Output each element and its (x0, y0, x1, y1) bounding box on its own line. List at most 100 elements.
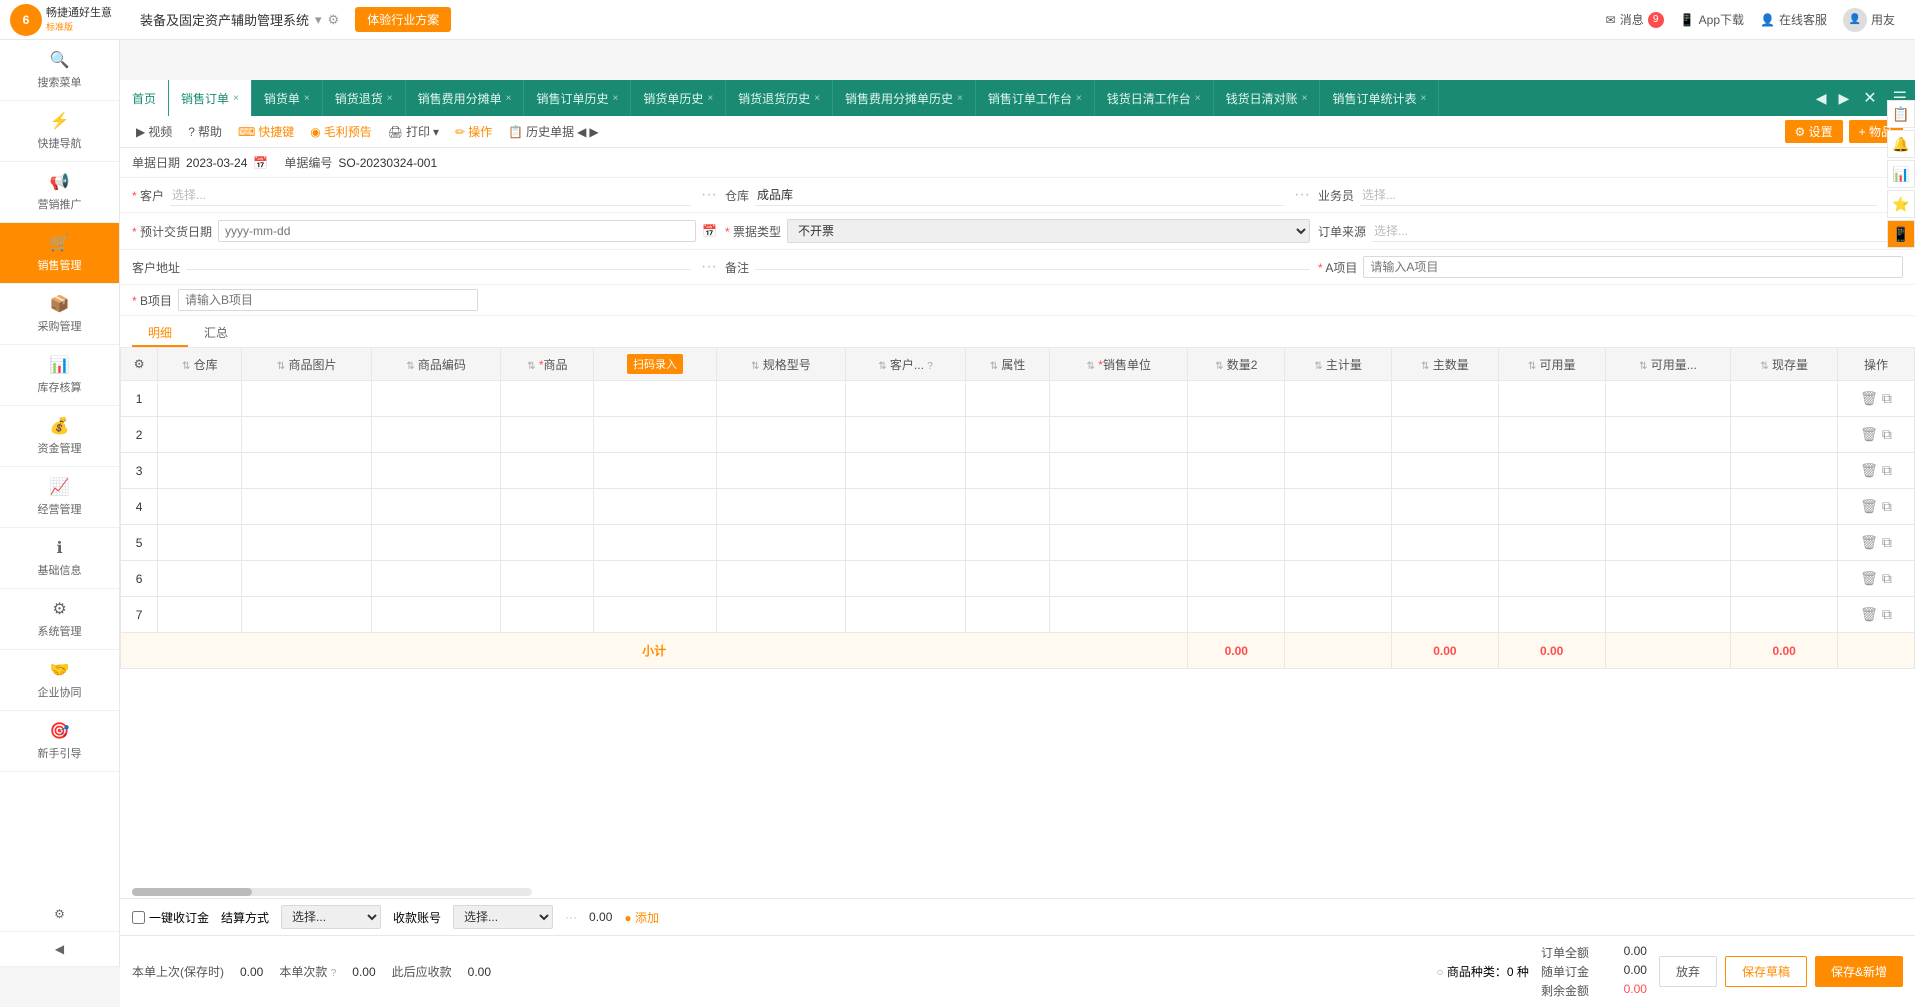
row-3-code[interactable] (371, 453, 500, 489)
row-5-goods[interactable] (501, 525, 594, 561)
user-btn[interactable]: 👤 用友 (1843, 8, 1895, 32)
nav-tab-workbench[interactable]: 销售订单工作台 × (976, 80, 1095, 116)
row-4-spec[interactable] (716, 489, 845, 525)
row-3-copy-btn[interactable]: ⧉ (1882, 462, 1892, 479)
scan-btn[interactable]: 扫码录入 (627, 354, 683, 374)
row-1-main-qty[interactable] (1391, 381, 1498, 417)
row-4-customer-code[interactable] (846, 489, 966, 525)
sales-close-icon[interactable]: × (304, 93, 310, 104)
row-6-code[interactable] (371, 561, 500, 597)
row-3-unit[interactable] (1050, 453, 1188, 489)
col-stock[interactable]: ⇅ 现存量 (1731, 348, 1838, 381)
workbench-close-icon[interactable]: × (1076, 93, 1082, 104)
row-4-code[interactable] (371, 489, 500, 525)
calendar-icon[interactable]: 📅 (253, 156, 268, 170)
row-3-goods[interactable] (501, 453, 594, 489)
save-draft-btn[interactable]: 保存草稿 (1725, 956, 1807, 987)
col-code[interactable]: ⇅ 商品编码 (371, 348, 500, 381)
row-7-qty2[interactable] (1188, 597, 1285, 633)
industry-btn[interactable]: 体验行业方案 (355, 7, 451, 32)
row-2-delete-btn[interactable]: 🗑 (1860, 426, 1878, 443)
payment-method-select[interactable]: 选择... (281, 905, 381, 929)
col-available[interactable]: ⇅ 可用量 (1498, 348, 1605, 381)
nav-tab-cash-workbench[interactable]: 钱货日清工作台 × (1095, 80, 1214, 116)
address-more-icon[interactable]: ··· (701, 258, 717, 276)
view-btn[interactable]: ▶ 视频 (132, 121, 176, 142)
expense-close-icon[interactable]: × (506, 93, 512, 104)
cash-workbench-close-icon[interactable]: × (1195, 93, 1201, 104)
operation-btn[interactable]: ✏ 操作 (451, 121, 496, 142)
row-7-copy-btn[interactable]: ⧉ (1882, 606, 1892, 623)
sidebar-item-guide[interactable]: 🎯 新手引导 (0, 711, 119, 772)
sidebar-settings-btn[interactable]: ⚙ (0, 897, 119, 932)
history-btn[interactable]: 📋 历史单据 ◀ ▶ (504, 121, 602, 142)
row-6-warehouse[interactable] (158, 561, 242, 597)
row-2-attr[interactable] (965, 417, 1049, 453)
nav-tab-sales-order[interactable]: 销售订单 × (169, 80, 252, 116)
row-1-warehouse[interactable] (158, 381, 242, 417)
row-1-spec[interactable] (716, 381, 845, 417)
nav-tab-return-history[interactable]: 销货退货历史 × (726, 80, 833, 116)
col-available2[interactable]: ⇅ 可用量... (1605, 348, 1731, 381)
sidebar-item-search[interactable]: 🔍 搜索菜单 (0, 40, 119, 101)
nav-prev-btn[interactable]: ◀ (1810, 88, 1833, 108)
one-click-order-checkbox[interactable] (132, 911, 145, 924)
nav-tab-home[interactable]: 首页 (120, 80, 169, 116)
col-unit[interactable]: ⇅ *销售单位 (1050, 348, 1188, 381)
row-2-goods[interactable] (501, 417, 594, 453)
nav-tab-sales[interactable]: 销货单 × (252, 80, 323, 116)
row-2-copy-btn[interactable]: ⧉ (1882, 426, 1892, 443)
return-history-close-icon[interactable]: × (814, 93, 820, 104)
row-2-qty2[interactable] (1188, 417, 1285, 453)
profit-btn[interactable]: ◉ 毛利预告 (306, 121, 376, 142)
delivery-input[interactable] (218, 220, 696, 242)
scroll-track[interactable] (132, 888, 532, 896)
stats-close-icon[interactable]: × (1420, 93, 1426, 104)
nav-tab-sales-history[interactable]: 销货单历史 × (631, 80, 726, 116)
row-5-delete-btn[interactable]: 🗑 (1860, 534, 1878, 551)
add-btn[interactable]: ● 添加 (624, 909, 659, 926)
mini-icon-5[interactable]: 📱 (1887, 220, 1915, 248)
row-4-main-qty[interactable] (1391, 489, 1498, 525)
row-1-goods[interactable] (501, 381, 594, 417)
row-6-attr[interactable] (965, 561, 1049, 597)
row-3-customer-code[interactable] (846, 453, 966, 489)
customer-input[interactable]: 选择... (170, 184, 691, 206)
settings-icon[interactable]: ⚙ (328, 12, 340, 28)
invoice-select[interactable]: 不开票 增值税普通发票 增值税专用发票 (787, 219, 1310, 243)
sidebar-item-sales[interactable]: 🛒 销售管理 (0, 223, 119, 284)
row-7-unit[interactable] (1050, 597, 1188, 633)
cash-reconcile-close-icon[interactable]: × (1302, 93, 1308, 104)
a-project-input[interactable] (1363, 256, 1903, 278)
detail-tab-detail[interactable]: 明细 (132, 320, 188, 347)
row-3-spec[interactable] (716, 453, 845, 489)
row-1-copy-btn[interactable]: ⧉ (1882, 390, 1892, 407)
col-spec[interactable]: ⇅ 规格型号 (716, 348, 845, 381)
order-history-close-icon[interactable]: × (612, 93, 618, 104)
row-2-customer-code[interactable] (846, 417, 966, 453)
row-2-warehouse[interactable] (158, 417, 242, 453)
online-service-btn[interactable]: 👤 在线客服 (1760, 11, 1827, 28)
row-7-attr[interactable] (965, 597, 1049, 633)
row-5-attr[interactable] (965, 525, 1049, 561)
row-4-warehouse[interactable] (158, 489, 242, 525)
sidebar-collapse-btn[interactable]: ◀ (0, 932, 119, 967)
sidebar-item-basic[interactable]: ℹ 基础信息 (0, 528, 119, 589)
row-6-spec[interactable] (716, 561, 845, 597)
col-settings[interactable]: ⚙ (121, 348, 158, 381)
account-more-icon[interactable]: ··· (565, 910, 577, 924)
remark-input[interactable] (755, 265, 1310, 270)
app-download-btn[interactable]: 📱 App下载 (1680, 11, 1744, 28)
expense-history-close-icon[interactable]: × (957, 93, 963, 104)
sidebar-item-finance[interactable]: 💰 资金管理 (0, 406, 119, 467)
debit-help-icon[interactable]: ? (331, 968, 337, 979)
row-5-copy-btn[interactable]: ⧉ (1882, 534, 1892, 551)
row-6-copy-btn[interactable]: ⧉ (1882, 570, 1892, 587)
row-6-goods[interactable] (501, 561, 594, 597)
row-6-main-qty[interactable] (1391, 561, 1498, 597)
sidebar-item-purchase[interactable]: 📦 采购管理 (0, 284, 119, 345)
help-circle-icon[interactable]: ? (927, 361, 933, 372)
row-3-delete-btn[interactable]: 🗑 (1860, 462, 1878, 479)
col-main-qty[interactable]: ⇅ 主数量 (1391, 348, 1498, 381)
row-7-goods[interactable] (501, 597, 594, 633)
